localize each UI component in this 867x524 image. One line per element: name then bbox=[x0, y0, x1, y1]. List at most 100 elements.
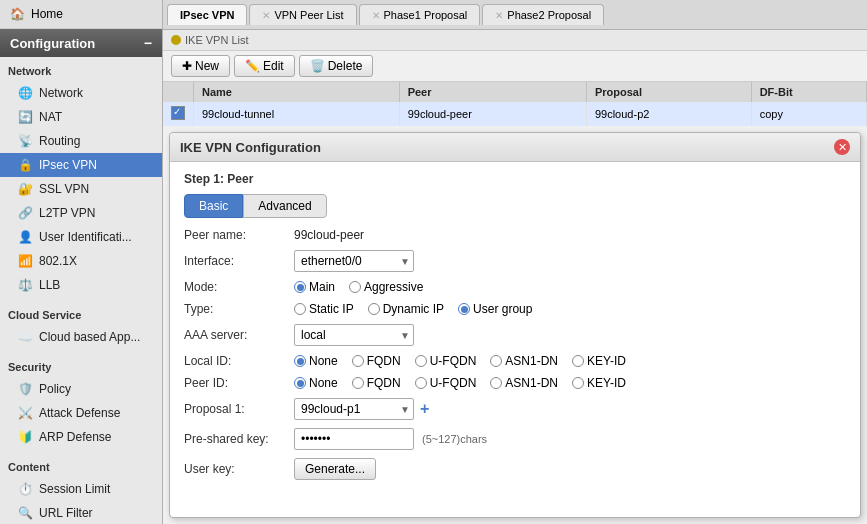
sidebar-item-label: LLB bbox=[39, 278, 60, 292]
peer-id-none[interactable]: None bbox=[294, 376, 338, 390]
peer-id-keyid[interactable]: KEY-ID bbox=[572, 376, 626, 390]
proposal-select[interactable]: 99cloud-p1 bbox=[294, 398, 414, 420]
sidebar-item-label: ARP Defense bbox=[39, 430, 112, 444]
home-button[interactable]: 🏠 Home bbox=[0, 0, 162, 29]
config-close-button[interactable]: ✕ bbox=[834, 139, 850, 155]
aaa-server-row: AAA server: local ▼ bbox=[184, 324, 846, 346]
mode-aggressive-option[interactable]: Aggressive bbox=[349, 280, 423, 294]
local-id-keyid[interactable]: KEY-ID bbox=[572, 354, 626, 368]
sidebar-item-attack-defense[interactable]: ⚔️ Attack Defense bbox=[0, 401, 162, 425]
sidebar-item-label: NAT bbox=[39, 110, 62, 124]
attack-icon: ⚔️ bbox=[16, 404, 34, 422]
mode-aggressive-label: Aggressive bbox=[364, 280, 423, 294]
user-icon: 👤 bbox=[16, 228, 34, 246]
cloud-section-label: Cloud Service bbox=[0, 305, 162, 325]
peer-id-asn1dn-label: ASN1-DN bbox=[505, 376, 558, 390]
local-id-fqdn[interactable]: FQDN bbox=[352, 354, 401, 368]
local-id-asn1dn-label: ASN1-DN bbox=[505, 354, 558, 368]
sidebar-item-routing[interactable]: 📡 Routing bbox=[0, 129, 162, 153]
sidebar-item-url-filter[interactable]: 🔍 URL Filter bbox=[0, 501, 162, 524]
peer-id-radio-group: None FQDN U-FQDN ASN1-DN bbox=[294, 376, 626, 390]
sidebar-item-llb[interactable]: ⚖️ LLB bbox=[0, 273, 162, 297]
generate-label: Generate... bbox=[305, 462, 365, 476]
row-checkbox[interactable] bbox=[171, 106, 185, 120]
config-panel: IKE VPN Configuration ✕ Step 1: Peer Bas… bbox=[169, 132, 861, 518]
sidebar-item-arp-defense[interactable]: 🔰 ARP Defense bbox=[0, 425, 162, 449]
tabs-bar: IPsec VPN ✕ VPN Peer List ✕ Phase1 Propo… bbox=[163, 0, 867, 30]
security-section: Security 🛡️ Policy ⚔️ Attack Defense 🔰 A… bbox=[0, 353, 162, 453]
local-id-asn1dn[interactable]: ASN1-DN bbox=[490, 354, 558, 368]
row-proposal: 99cloud-p2 bbox=[586, 102, 751, 126]
tab-phase2-proposal[interactable]: ✕ Phase2 Proposal bbox=[482, 4, 604, 25]
sidebar-item-label: Network bbox=[39, 86, 83, 100]
type-usergroup-label: User group bbox=[473, 302, 532, 316]
peer-id-asn1dn[interactable]: ASN1-DN bbox=[490, 376, 558, 390]
sub-tab-advanced[interactable]: Advanced bbox=[243, 194, 326, 218]
peer-id-ufqdn-label: U-FQDN bbox=[430, 376, 477, 390]
local-id-none[interactable]: None bbox=[294, 354, 338, 368]
sidebar-item-label: User Identificati... bbox=[39, 230, 132, 244]
edit-button[interactable]: ✏️ Edit bbox=[234, 55, 295, 77]
sub-tab-basic[interactable]: Basic bbox=[184, 194, 243, 218]
user-key-row: User key: Generate... bbox=[184, 458, 846, 480]
sidebar-item-session-limit[interactable]: ⏱️ Session Limit bbox=[0, 477, 162, 501]
type-dynamic-option[interactable]: Dynamic IP bbox=[368, 302, 444, 316]
peer-id-keyid-label: KEY-ID bbox=[587, 376, 626, 390]
row-name: 99cloud-tunnel bbox=[194, 102, 400, 126]
tab-phase1-proposal[interactable]: ✕ Phase1 Proposal bbox=[359, 4, 481, 25]
mode-main-option[interactable]: Main bbox=[294, 280, 335, 294]
tab-close-icon: ✕ bbox=[262, 10, 270, 21]
sidebar-item-ssl-vpn[interactable]: 🔐 SSL VPN bbox=[0, 177, 162, 201]
local-id-ufqdn[interactable]: U-FQDN bbox=[415, 354, 477, 368]
new-button[interactable]: ✚ New bbox=[171, 55, 230, 77]
delete-button[interactable]: 🗑️ Delete bbox=[299, 55, 374, 77]
sidebar-item-ipsec-vpn[interactable]: 🔒 IPsec VPN bbox=[0, 153, 162, 177]
col-name: Name bbox=[194, 82, 400, 102]
configuration-header: Configuration − bbox=[0, 29, 162, 57]
sidebar-item-l2tp-vpn[interactable]: 🔗 L2TP VPN bbox=[0, 201, 162, 225]
interface-select[interactable]: ethernet0/0 bbox=[294, 250, 414, 272]
peer-id-ufqdn-radio bbox=[415, 377, 427, 389]
sidebar-item-8021x[interactable]: 📶 802.1X bbox=[0, 249, 162, 273]
sidebar-item-user-id[interactable]: 👤 User Identificati... bbox=[0, 225, 162, 249]
new-icon: ✚ bbox=[182, 59, 192, 73]
peer-id-fqdn[interactable]: FQDN bbox=[352, 376, 401, 390]
mode-main-label: Main bbox=[309, 280, 335, 294]
proposal-row: Proposal 1: 99cloud-p1 ▼ + bbox=[184, 398, 846, 420]
tab-label: VPN Peer List bbox=[274, 9, 343, 21]
peer-id-ufqdn[interactable]: U-FQDN bbox=[415, 376, 477, 390]
l2tp-icon: 🔗 bbox=[16, 204, 34, 222]
sidebar-item-label: 802.1X bbox=[39, 254, 77, 268]
local-id-radio-group: None FQDN U-FQDN ASN1-DN bbox=[294, 354, 626, 368]
row-checkbox-cell bbox=[163, 102, 194, 126]
delete-icon: 🗑️ bbox=[310, 59, 325, 73]
generate-button[interactable]: Generate... bbox=[294, 458, 376, 480]
network-icon: 🌐 bbox=[16, 84, 34, 102]
sidebar-item-label: Routing bbox=[39, 134, 80, 148]
step-label: Step 1: Peer bbox=[184, 172, 846, 186]
cloud-service-section: Cloud Service ☁️ Cloud based App... bbox=[0, 301, 162, 353]
tab-ipsec-vpn[interactable]: IPsec VPN bbox=[167, 4, 247, 25]
local-id-ufqdn-label: U-FQDN bbox=[430, 354, 477, 368]
collapse-button[interactable]: − bbox=[144, 35, 152, 51]
interface-select-wrap: ethernet0/0 ▼ bbox=[294, 250, 414, 272]
type-usergroup-option[interactable]: User group bbox=[458, 302, 532, 316]
add-proposal-button[interactable]: + bbox=[420, 400, 429, 418]
tab-vpn-peer-list[interactable]: ✕ VPN Peer List bbox=[249, 4, 356, 25]
sidebar-item-network[interactable]: 🌐 Network bbox=[0, 81, 162, 105]
tab-close-icon: ✕ bbox=[372, 10, 380, 21]
content-section-label: Content bbox=[0, 457, 162, 477]
interface-label: Interface: bbox=[184, 254, 294, 268]
network-section: Network 🌐 Network 🔄 NAT 📡 Routing 🔒 IPse… bbox=[0, 57, 162, 301]
preshared-key-input[interactable] bbox=[294, 428, 414, 450]
aaa-server-select[interactable]: local bbox=[294, 324, 414, 346]
sidebar-item-nat[interactable]: 🔄 NAT bbox=[0, 105, 162, 129]
table-row[interactable]: 99cloud-tunnel 99cloud-peer 99cloud-p2 c… bbox=[163, 102, 867, 126]
type-static-option[interactable]: Static IP bbox=[294, 302, 354, 316]
config-header: IKE VPN Configuration ✕ bbox=[170, 133, 860, 162]
sidebar-item-policy[interactable]: 🛡️ Policy bbox=[0, 377, 162, 401]
sidebar-item-label: SSL VPN bbox=[39, 182, 89, 196]
local-id-asn1dn-radio bbox=[490, 355, 502, 367]
main-content: IPsec VPN ✕ VPN Peer List ✕ Phase1 Propo… bbox=[163, 0, 867, 524]
sidebar-item-cloud-app[interactable]: ☁️ Cloud based App... bbox=[0, 325, 162, 349]
